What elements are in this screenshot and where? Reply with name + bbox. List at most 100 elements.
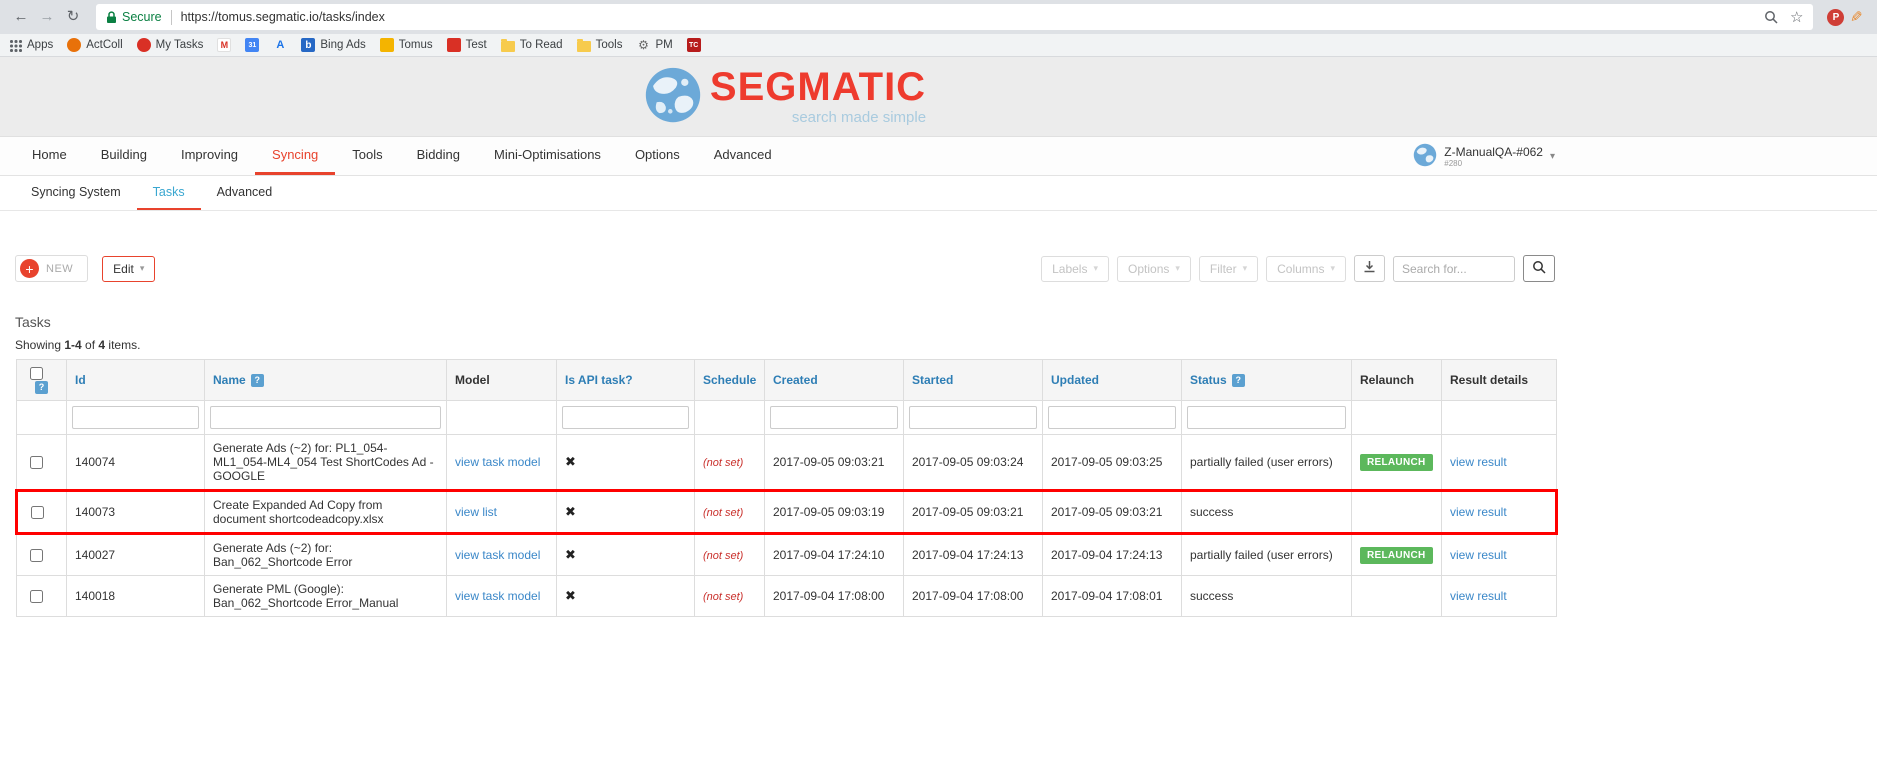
- bookmark-to-read[interactable]: To Read: [500, 38, 563, 52]
- column-header-name[interactable]: Name: [204, 358, 447, 402]
- nav-item-improving[interactable]: Improving: [164, 137, 255, 175]
- search-button[interactable]: [1523, 255, 1555, 282]
- column-header-updated[interactable]: Updated: [1042, 358, 1182, 402]
- filter-input-updated[interactable]: [1048, 406, 1176, 430]
- nav-item-home[interactable]: Home: [15, 137, 84, 175]
- filter-cell-model: [446, 400, 557, 436]
- column-label: Is API task?: [565, 373, 633, 388]
- result-link[interactable]: view result: [1450, 589, 1507, 603]
- back-icon[interactable]: ←: [8, 4, 34, 30]
- help-icon[interactable]: [1231, 374, 1245, 388]
- folder-icon: [500, 38, 515, 52]
- user-avatar: [1413, 143, 1437, 170]
- relaunch-button[interactable]: RELAUNCH: [1360, 546, 1433, 564]
- extension-p-icon[interactable]: [1827, 8, 1845, 26]
- cross-icon: ✖: [565, 454, 576, 470]
- bookmark-a-blue[interactable]: [273, 38, 287, 52]
- result-link[interactable]: view result: [1450, 455, 1507, 469]
- filter-input-is-api-task[interactable]: [562, 406, 689, 430]
- updated-cell: 2017-09-05 09:03:25: [1042, 434, 1182, 492]
- nav-item-options[interactable]: Options: [618, 137, 697, 175]
- bookmark-star-icon[interactable]: ☆: [1790, 8, 1803, 26]
- nav-item-syncing[interactable]: Syncing: [255, 137, 336, 175]
- select-all-checkbox[interactable]: [30, 367, 43, 381]
- nav-item-bidding[interactable]: Bidding: [400, 137, 477, 175]
- search-input[interactable]: [1393, 255, 1515, 282]
- result-link[interactable]: view result: [1450, 505, 1507, 519]
- help-icon[interactable]: [250, 374, 264, 388]
- filter-input-started[interactable]: [909, 406, 1037, 430]
- new-button[interactable]: + NEW: [15, 255, 89, 282]
- result-cell: view result: [1441, 434, 1557, 492]
- started-cell: 2017-09-04 17:24:13: [903, 533, 1043, 577]
- filter-input-name[interactable]: [210, 406, 441, 430]
- column-header-schedule[interactable]: Schedule: [694, 358, 765, 402]
- dropdown-filter[interactable]: Filter ▾: [1198, 255, 1259, 282]
- bookmark-actcoll[interactable]: ActColl: [67, 38, 123, 52]
- row-select-cell: [16, 533, 67, 577]
- filter-input-created[interactable]: [770, 406, 898, 430]
- model-link[interactable]: view task model: [455, 455, 540, 469]
- model-cell: view task model: [446, 533, 557, 577]
- export-button[interactable]: [1354, 255, 1385, 282]
- refresh-icon[interactable]: ↻: [60, 4, 86, 30]
- bookmark-bing-ads[interactable]: Bing Ads: [301, 38, 366, 52]
- schedule-cell: (not set): [694, 489, 765, 536]
- is-api-cell: ✖: [556, 489, 695, 536]
- summary-text: Showing 1-4 of 4 items.: [15, 338, 1555, 352]
- row-checkbox[interactable]: [30, 456, 43, 470]
- column-header-started[interactable]: Started: [903, 358, 1043, 402]
- row-checkbox[interactable]: [30, 590, 43, 604]
- edit-button[interactable]: Edit ▾: [102, 255, 156, 282]
- extension-pencil-icon[interactable]: ✎: [1850, 8, 1863, 26]
- bookmark-cal31[interactable]: [245, 38, 260, 52]
- nav-item-tools[interactable]: Tools: [335, 137, 399, 175]
- filter-input-id[interactable]: [72, 406, 199, 430]
- result-link[interactable]: view result: [1450, 548, 1507, 562]
- column-label: Created: [773, 373, 818, 388]
- subnav-item-syncing-system[interactable]: Syncing System: [15, 176, 137, 210]
- bookmark-my-tasks[interactable]: My Tasks: [136, 38, 203, 52]
- address-bar[interactable]: Secure https://tomus.segmatic.io/tasks/i…: [96, 4, 1814, 30]
- column-label: Result details: [1450, 373, 1529, 388]
- help-icon[interactable]: [35, 381, 48, 395]
- user-id: #280: [1444, 158, 1463, 168]
- tc-icon: [686, 38, 701, 52]
- status-cell: success: [1181, 489, 1352, 536]
- column-header-model: Model: [446, 358, 557, 402]
- relaunch-button[interactable]: RELAUNCH: [1360, 453, 1433, 471]
- column-header-id[interactable]: Id: [66, 358, 205, 402]
- dropdown-options[interactable]: Options ▾: [1117, 255, 1191, 282]
- bookmark-test[interactable]: Test: [446, 38, 487, 52]
- model-link[interactable]: view list: [455, 505, 497, 519]
- zoom-icon[interactable]: [1764, 10, 1778, 24]
- tomus-icon: [379, 38, 394, 52]
- bookmark-pm[interactable]: PM: [636, 38, 672, 52]
- bookmark-gmail[interactable]: [217, 38, 232, 52]
- subnav-item-advanced[interactable]: Advanced: [201, 176, 289, 210]
- subnav-item-tasks[interactable]: Tasks: [136, 176, 201, 210]
- dropdown-labels[interactable]: Labels ▾: [1041, 255, 1110, 282]
- model-link[interactable]: view task model: [455, 589, 540, 603]
- model-link[interactable]: view task model: [455, 548, 540, 562]
- bookmark-apps[interactable]: Apps: [8, 38, 53, 52]
- new-button-label: NEW: [46, 262, 74, 275]
- filter-input-status[interactable]: [1187, 406, 1346, 430]
- nav-item-advanced[interactable]: Advanced: [697, 137, 789, 175]
- gmail-icon: [217, 38, 232, 52]
- forward-icon[interactable]: →: [34, 4, 60, 30]
- column-header-created[interactable]: Created: [764, 358, 904, 402]
- column-header-is-api-task[interactable]: Is API task?: [556, 358, 695, 402]
- schedule-value: (not set): [703, 591, 744, 604]
- column-header-status[interactable]: Status: [1181, 358, 1352, 402]
- nav-item-mini-optimisations[interactable]: Mini-Optimisations: [477, 137, 618, 175]
- bookmark-tc[interactable]: [686, 38, 701, 52]
- row-checkbox[interactable]: [31, 506, 44, 520]
- started-cell: 2017-09-05 09:03:21: [903, 489, 1043, 536]
- nav-item-building[interactable]: Building: [84, 137, 164, 175]
- row-checkbox[interactable]: [30, 549, 43, 563]
- user-menu[interactable]: Z-ManualQA-#062 #280 ▾: [1413, 137, 1555, 175]
- dropdown-columns[interactable]: Columns ▾: [1266, 255, 1346, 282]
- bookmark-tools[interactable]: Tools: [576, 38, 622, 52]
- bookmark-tomus[interactable]: Tomus: [379, 38, 433, 52]
